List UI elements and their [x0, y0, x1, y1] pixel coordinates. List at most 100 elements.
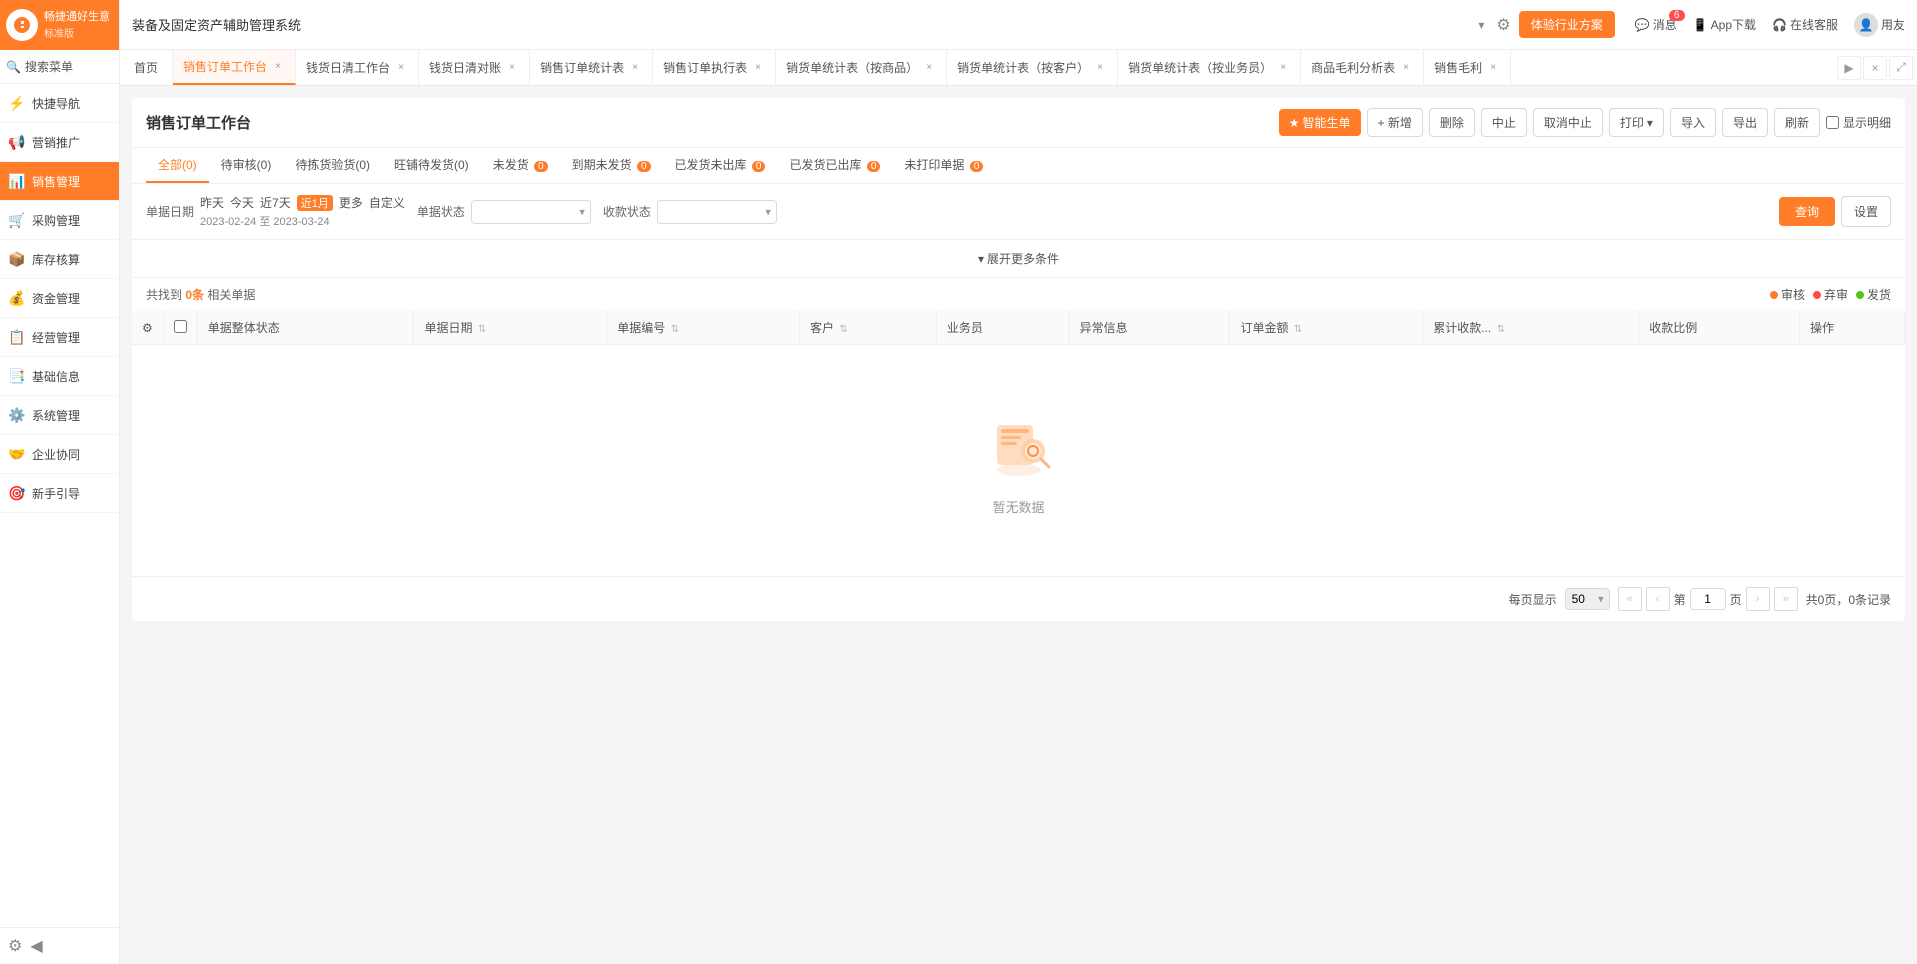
th-status: 单据整体状态	[197, 311, 414, 345]
sub-tab-wangpu[interactable]: 旺铺待发货(0)	[382, 148, 481, 183]
app-download-btn[interactable]: 📱 App下载	[1693, 16, 1756, 33]
sidebar-item-sales[interactable]: 📊 销售管理	[0, 162, 119, 201]
th-staff[interactable]: 业务员	[936, 311, 1069, 345]
tab-sales-profit[interactable]: 销售毛利 ×	[1424, 50, 1511, 85]
sub-tab-not-shipped[interactable]: 未发货 0	[481, 148, 560, 183]
smart-gen-button[interactable]: ★ 智能生单	[1279, 109, 1361, 136]
export-button[interactable]: 导出	[1722, 108, 1768, 137]
th-amount[interactable]: 订单金额 ⇅	[1230, 311, 1423, 345]
dropdown-icon[interactable]: ▾	[1478, 18, 1484, 32]
date-opt-yesterday[interactable]: 昨天	[200, 194, 224, 211]
tab-sales-by-product-close[interactable]: ×	[922, 61, 936, 75]
status-select[interactable]	[471, 200, 591, 224]
new-button[interactable]: + 新增	[1367, 108, 1423, 137]
tab-sales-stats-close[interactable]: ×	[628, 61, 642, 75]
tab-cash-reconcile[interactable]: 钱货日清对账 ×	[419, 50, 530, 85]
tab-sales-exec-close[interactable]: ×	[751, 61, 765, 75]
tab-sales-by-customer-close[interactable]: ×	[1093, 61, 1107, 75]
page-input[interactable]	[1690, 588, 1726, 610]
expand-btn[interactable]: ▾ 展开更多条件	[970, 246, 1067, 271]
cancel-stop-button[interactable]: 取消中止	[1533, 108, 1603, 137]
date-opt-custom[interactable]: 自定义	[369, 194, 405, 211]
online-service-btn[interactable]: 🎧 在线客服	[1772, 16, 1838, 33]
tab-scroll-right[interactable]: ▶	[1837, 56, 1861, 80]
settings-icon[interactable]: ⚙	[8, 936, 22, 956]
date-opt-month[interactable]: 近1月	[297, 195, 333, 211]
sidebar-item-finance[interactable]: 💰 资金管理	[0, 279, 119, 318]
sidebar-item-search[interactable]: 🔍 搜索菜单	[0, 50, 119, 84]
tab-sales-by-product[interactable]: 销货单统计表（按商品） ×	[776, 50, 947, 85]
tab-gross-margin-close[interactable]: ×	[1399, 61, 1413, 75]
industry-btn[interactable]: 体验行业方案	[1519, 11, 1615, 38]
tab-sales-profit-close[interactable]: ×	[1486, 61, 1500, 75]
sidebar-item-basic[interactable]: 📑 基础信息	[0, 357, 119, 396]
tab-close-all[interactable]: ×	[1863, 56, 1887, 80]
th-collected[interactable]: 累计收款... ⇅	[1423, 311, 1639, 345]
th-status-label: 单据整体状态	[208, 321, 280, 335]
sub-tab-expired[interactable]: 到期未发货 0	[560, 148, 663, 183]
tab-sales-stats[interactable]: 销售订单统计表 ×	[530, 50, 653, 85]
sidebar-item-quick[interactable]: ⚡ 快捷导航	[0, 84, 119, 123]
payment-select[interactable]	[657, 200, 777, 224]
next-page-btn[interactable]: ›	[1746, 587, 1770, 611]
cancel-review-btn[interactable]: 弃审	[1813, 286, 1848, 303]
ship-label: 发货	[1867, 286, 1891, 303]
tab-cash-daily-close[interactable]: ×	[394, 61, 408, 75]
import-button[interactable]: 导入	[1670, 108, 1716, 137]
sidebar-item-operations[interactable]: 📋 经营管理	[0, 318, 119, 357]
th-checkbox[interactable]	[163, 311, 197, 345]
date-opt-today[interactable]: 今天	[230, 194, 254, 211]
user-menu[interactable]: 👤 用友	[1854, 13, 1905, 37]
print-button[interactable]: 打印 ▾	[1609, 108, 1664, 137]
tab-cash-reconcile-close[interactable]: ×	[505, 61, 519, 75]
sub-tab-all[interactable]: 全部(0)	[146, 148, 209, 183]
sidebar-item-inventory[interactable]: 📦 库存核算	[0, 240, 119, 279]
ship-btn[interactable]: 发货	[1856, 286, 1891, 303]
th-customer[interactable]: 客户 ⇅	[799, 311, 936, 345]
review-btn[interactable]: 审核	[1770, 286, 1805, 303]
sidebar-item-guide[interactable]: 🎯 新手引导	[0, 474, 119, 513]
date-opt-more[interactable]: 更多	[339, 194, 363, 211]
delete-button[interactable]: 删除	[1429, 108, 1475, 137]
stop-button[interactable]: 中止	[1481, 108, 1527, 137]
set-button[interactable]: 设置	[1841, 196, 1891, 227]
select-all-checkbox[interactable]	[174, 320, 187, 333]
sidebar-item-purchase[interactable]: 🛒 采购管理	[0, 201, 119, 240]
tab-home[interactable]: 首页	[120, 50, 173, 85]
tab-maximize[interactable]: ⤢	[1889, 56, 1913, 80]
refresh-button[interactable]: 刷新	[1774, 108, 1820, 137]
tab-sales-exec[interactable]: 销售订单执行表 ×	[653, 50, 776, 85]
collapse-icon[interactable]: ◀	[30, 936, 42, 956]
tab-sales-order[interactable]: 销售订单工作台 ×	[173, 50, 296, 85]
message-btn[interactable]: 💬 消息 6	[1635, 16, 1677, 33]
show-detail-input[interactable]	[1826, 116, 1839, 129]
tab-sales-order-close[interactable]: ×	[271, 60, 285, 74]
page-size-select[interactable]: 50 100	[1565, 588, 1610, 610]
sub-tab-shipped-out[interactable]: 已发货已出库 0	[777, 148, 892, 183]
date-opt-7days[interactable]: 近7天	[260, 194, 291, 211]
tab-gross-margin[interactable]: 商品毛利分析表 ×	[1301, 50, 1424, 85]
sub-tab-pending-review[interactable]: 待审核(0)	[209, 148, 284, 183]
th-date[interactable]: 单据日期 ⇅	[414, 311, 607, 345]
last-page-btn[interactable]: »	[1774, 587, 1798, 611]
gear-icon[interactable]: ⚙	[1496, 15, 1510, 35]
sidebar-item-system[interactable]: ⚙️ 系统管理	[0, 396, 119, 435]
th-number[interactable]: 单据编号 ⇅	[607, 311, 800, 345]
query-button[interactable]: 查询	[1779, 197, 1835, 226]
tab-sales-by-staff-close[interactable]: ×	[1276, 61, 1290, 75]
sidebar-item-marketing[interactable]: 📢 营销推广	[0, 123, 119, 162]
th-abnormal: 异常信息	[1069, 311, 1230, 345]
tab-sales-by-staff[interactable]: 销货单统计表（按业务员） ×	[1118, 50, 1301, 85]
sidebar-item-coop[interactable]: 🤝 企业协同	[0, 435, 119, 474]
sub-tab-pending-inspect[interactable]: 待拣货验货(0)	[283, 148, 382, 183]
system-label: 系统管理	[32, 407, 80, 424]
prev-page-btn[interactable]: ‹	[1646, 587, 1670, 611]
first-page-btn[interactable]: «	[1618, 587, 1642, 611]
th-settings[interactable]: ⚙	[132, 311, 163, 345]
show-detail-checkbox[interactable]: 显示明细	[1826, 114, 1891, 131]
tab-sales-by-customer[interactable]: 销货单统计表（按客户） ×	[947, 50, 1118, 85]
sub-tab-not-printed[interactable]: 未打印单据 0	[892, 148, 995, 183]
sub-tab-shipped-not-out[interactable]: 已发货未出库 0	[663, 148, 778, 183]
tab-cash-daily[interactable]: 钱货日清工作台 ×	[296, 50, 419, 85]
purchase-icon: 🛒	[8, 211, 26, 229]
